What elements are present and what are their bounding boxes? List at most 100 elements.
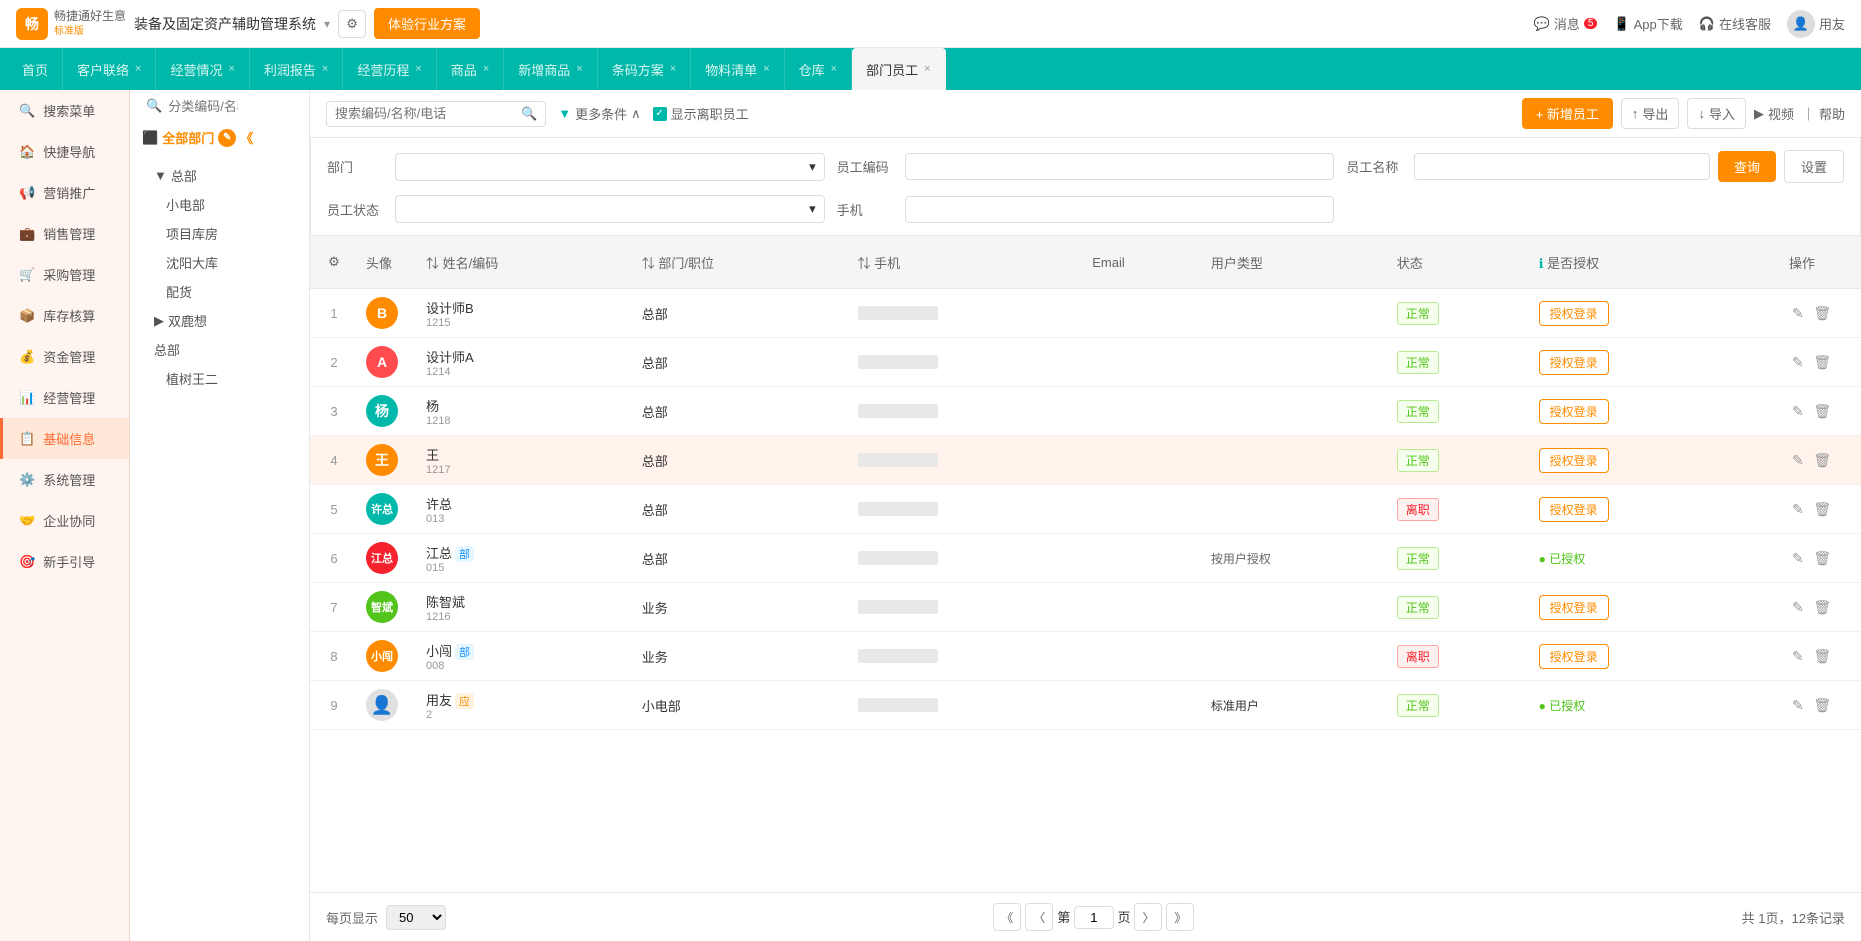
- import-button[interactable]: ↓ 导入: [1687, 98, 1746, 129]
- dept-node-general[interactable]: ▼ 总部: [130, 161, 309, 190]
- edit-button[interactable]: ✎: [1792, 403, 1804, 419]
- nav-quick[interactable]: 🏠 快捷导航: [0, 131, 129, 172]
- nav-basic[interactable]: 📋 基础信息: [0, 418, 129, 459]
- dept-node-project[interactable]: 项目库房: [130, 219, 309, 248]
- dept-edit-icon[interactable]: ✎: [218, 129, 236, 147]
- nav-sales[interactable]: 💼 销售管理: [0, 213, 129, 254]
- edit-button[interactable]: ✎: [1792, 697, 1804, 713]
- gear-button[interactable]: ⚙: [338, 10, 366, 38]
- delete-button[interactable]: 🗑: [1813, 648, 1831, 664]
- edit-button[interactable]: ✎: [1792, 305, 1804, 321]
- add-employee-button[interactable]: + 新增员工: [1522, 98, 1613, 129]
- tab-staff[interactable]: 部门员工 ×: [852, 48, 945, 90]
- dept-node-xiaodian[interactable]: 小电部: [130, 190, 309, 219]
- auth-login-button[interactable]: 授权登录: [1539, 448, 1609, 473]
- edit-button[interactable]: ✎: [1792, 648, 1804, 664]
- filter-empname-input[interactable]: [1414, 153, 1710, 180]
- nav-marketing[interactable]: 📢 营销推广: [0, 172, 129, 213]
- edit-button[interactable]: ✎: [1792, 452, 1804, 468]
- tab-close-add-goods[interactable]: ×: [576, 63, 582, 75]
- online-service-action[interactable]: 🎧 在线客服: [1699, 14, 1771, 33]
- tab-warehouse[interactable]: 仓库 ×: [785, 48, 852, 90]
- delete-button[interactable]: 🗑: [1813, 501, 1831, 517]
- auth-login-button[interactable]: 授权登录: [1539, 399, 1609, 424]
- auth-login-button[interactable]: 授权登录: [1539, 301, 1609, 326]
- th-name-code[interactable]: ⇅ 姓名/编码: [418, 236, 634, 289]
- next-page-button[interactable]: 〉: [1134, 903, 1162, 931]
- nav-guide[interactable]: 🎯 新手引导: [0, 541, 129, 582]
- first-page-button[interactable]: 《: [993, 903, 1021, 931]
- last-page-button[interactable]: 》: [1166, 903, 1194, 931]
- tab-profit[interactable]: 利润报告 ×: [250, 48, 343, 90]
- tab-close-customer[interactable]: ×: [135, 63, 141, 75]
- tab-close-warehouse[interactable]: ×: [831, 63, 837, 75]
- show-former-toggle[interactable]: ✓ 显示离职员工: [653, 104, 749, 123]
- edit-button[interactable]: ✎: [1792, 354, 1804, 370]
- delete-button[interactable]: 🗑: [1813, 452, 1831, 468]
- delete-button[interactable]: 🗑: [1813, 354, 1831, 370]
- page-number-input[interactable]: [1074, 906, 1114, 929]
- dept-collapse-icon[interactable]: 《: [240, 128, 253, 147]
- tab-home[interactable]: 首页: [8, 48, 63, 90]
- nav-finance[interactable]: 💰 资金管理: [0, 336, 129, 377]
- th-dept-position[interactable]: ⇅ 部门/职位: [634, 236, 850, 289]
- delete-button[interactable]: 🗑: [1813, 550, 1831, 566]
- auth-login-button[interactable]: 授权登录: [1539, 350, 1609, 375]
- tab-close-staff[interactable]: ×: [924, 63, 930, 75]
- edit-button[interactable]: ✎: [1792, 599, 1804, 615]
- dept-search[interactable]: 🔍: [130, 90, 309, 122]
- tab-operation[interactable]: 经营情况 ×: [156, 48, 249, 90]
- message-action[interactable]: 💬 消息 5: [1534, 14, 1598, 33]
- auth-login-button[interactable]: 授权登录: [1539, 595, 1609, 620]
- edit-button[interactable]: ✎: [1792, 501, 1804, 517]
- reset-button[interactable]: 设置: [1784, 150, 1844, 183]
- export-button[interactable]: ↑ 导出: [1621, 98, 1680, 129]
- filter-status-select[interactable]: ▾: [395, 195, 825, 223]
- nav-search[interactable]: 🔍 搜索菜单: [0, 90, 129, 131]
- dept-node-zhishu[interactable]: 植树王二: [130, 364, 309, 393]
- table-settings-icon[interactable]: ⚙: [318, 246, 350, 278]
- help-button[interactable]: ｜ 帮助: [1802, 104, 1845, 123]
- dept-search-input[interactable]: [168, 99, 238, 114]
- delete-button[interactable]: 🗑: [1813, 697, 1831, 713]
- dept-node-distribution[interactable]: 配货: [130, 277, 309, 306]
- tab-close-bom[interactable]: ×: [763, 63, 769, 75]
- delete-button[interactable]: 🗑: [1813, 403, 1831, 419]
- auth-login-button[interactable]: 授权登录: [1539, 644, 1609, 669]
- search-box[interactable]: 🔍: [326, 101, 546, 127]
- trial-button[interactable]: 体验行业方案: [374, 8, 480, 39]
- tab-close-barcode[interactable]: ×: [670, 63, 676, 75]
- th-phone[interactable]: ⇅ 手机: [850, 236, 1085, 289]
- tab-bom[interactable]: 物料清单 ×: [691, 48, 784, 90]
- tab-barcode[interactable]: 条码方案 ×: [598, 48, 691, 90]
- dept-node-shenyang[interactable]: 沈阳大库: [130, 248, 309, 277]
- tab-customer[interactable]: 客户联络 ×: [63, 48, 156, 90]
- filter-empcode-input[interactable]: [905, 153, 1335, 180]
- filter-phone-input[interactable]: [905, 196, 1335, 223]
- delete-button[interactable]: 🗑: [1813, 305, 1831, 321]
- tab-close-goods[interactable]: ×: [483, 63, 489, 75]
- auth-login-button[interactable]: 授权登录: [1539, 497, 1609, 522]
- nav-purchase[interactable]: 🛒 采购管理: [0, 254, 129, 295]
- user-action[interactable]: 👤 用友: [1787, 10, 1845, 38]
- query-button[interactable]: 查询: [1718, 151, 1776, 182]
- tab-close-operation[interactable]: ×: [228, 63, 234, 75]
- tab-history[interactable]: 经营历程 ×: [343, 48, 436, 90]
- more-filter-button[interactable]: ▼ 更多条件 ∧: [558, 104, 640, 123]
- tab-goods[interactable]: 商品 ×: [437, 48, 504, 90]
- video-button[interactable]: ▶ 视频: [1754, 104, 1794, 123]
- nav-system[interactable]: ⚙️ 系统管理: [0, 459, 129, 500]
- delete-button[interactable]: 🗑: [1813, 599, 1831, 615]
- page-size-select[interactable]: 50 20 100: [386, 905, 446, 930]
- nav-operation-mgmt[interactable]: 📊 经营管理: [0, 377, 129, 418]
- search-icon[interactable]: 🔍: [521, 106, 537, 122]
- nav-company[interactable]: 🤝 企业协同: [0, 500, 129, 541]
- dept-node-shuanglu[interactable]: ▶ 双鹿想: [130, 306, 309, 335]
- tab-close-profit[interactable]: ×: [322, 63, 328, 75]
- app-download-action[interactable]: 📱 App下载: [1613, 14, 1682, 33]
- title-dropdown-icon[interactable]: ▾: [324, 17, 330, 31]
- dept-node-zongbu[interactable]: 总部: [130, 335, 309, 364]
- edit-button[interactable]: ✎: [1792, 550, 1804, 566]
- dept-all-header[interactable]: ⬛ 全部部门 ✎ 《: [130, 122, 309, 153]
- filter-dept-select[interactable]: ▾: [395, 153, 825, 181]
